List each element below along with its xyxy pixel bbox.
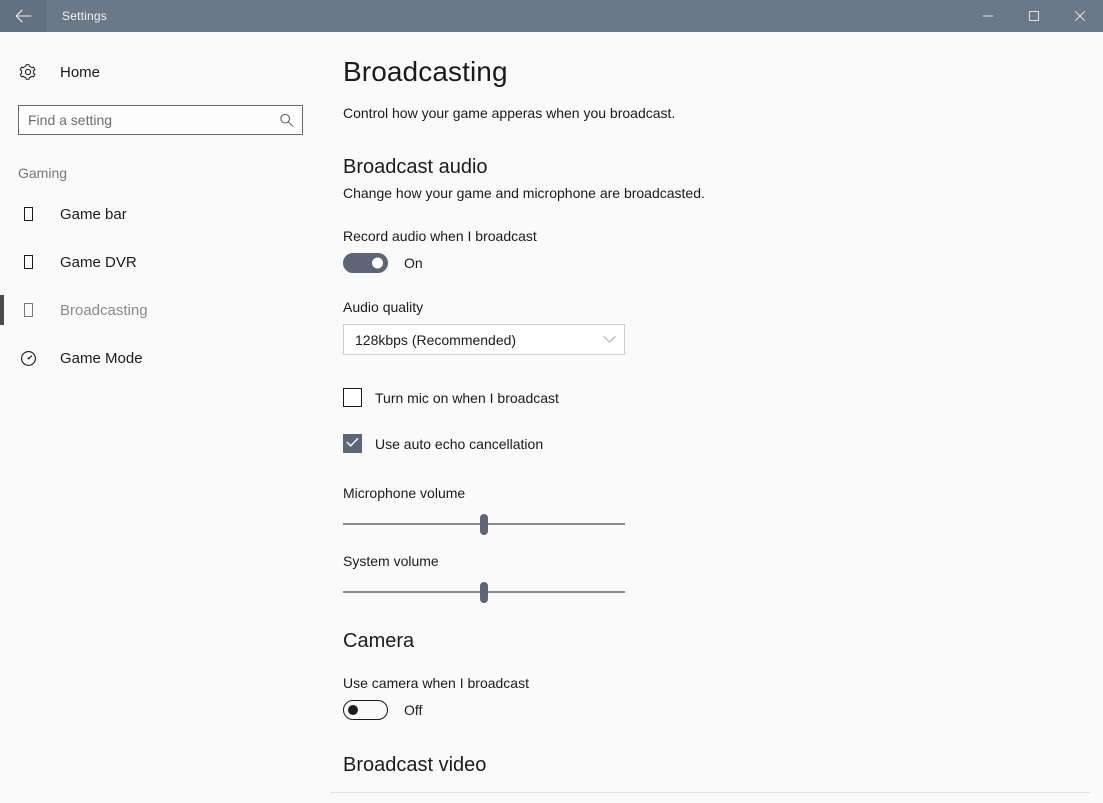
missing-glyph-icon <box>18 252 38 272</box>
sidebar-home-label: Home <box>60 63 101 81</box>
echo-cancellation-row[interactable]: Use auto echo cancellation <box>343 434 1103 453</box>
chevron-down-icon <box>603 335 616 344</box>
missing-glyph-icon <box>18 300 38 320</box>
window-controls <box>965 0 1103 32</box>
record-audio-label: Record audio when I broadcast <box>343 228 537 244</box>
microphone-volume-label: Microphone volume <box>343 485 466 501</box>
selection-accent-bar <box>0 247 4 277</box>
sidebar-item-label: Game DVR <box>60 253 137 271</box>
sidebar-item-label: Broadcasting <box>60 301 148 319</box>
turn-mic-on-row[interactable]: Turn mic on when I broadcast <box>343 388 1103 407</box>
selection-accent-bar <box>0 199 4 229</box>
toggle-knob <box>348 705 358 715</box>
audio-quality-value: 128kbps (Recommended) <box>355 331 517 348</box>
record-audio-state: On <box>404 255 423 271</box>
settings-window: Settings Home Find a setting Gaming Game… <box>0 0 1103 803</box>
use-camera-toggle[interactable] <box>343 700 388 720</box>
sidebar-nav-list: Game bar Game DVR Broadcasting Game Mode <box>0 190 330 382</box>
back-button[interactable] <box>0 0 46 32</box>
page-title: Broadcasting <box>343 56 508 87</box>
section-heading-broadcast-audio: Broadcast audio <box>343 156 488 178</box>
window-title: Settings <box>62 9 107 23</box>
section-divider <box>330 792 1090 793</box>
maximize-button[interactable] <box>1011 0 1057 32</box>
sidebar-item-game-mode[interactable]: Game Mode <box>0 334 330 382</box>
selection-accent-bar <box>0 343 4 373</box>
minimize-button[interactable] <box>965 0 1011 32</box>
maximize-icon <box>1028 10 1040 22</box>
sidebar-item-home[interactable]: Home <box>0 56 330 88</box>
use-camera-label: Use camera when I broadcast <box>343 675 529 691</box>
audio-quality-dropdown[interactable]: 128kbps (Recommended) <box>343 324 625 355</box>
search-input[interactable] <box>19 106 302 134</box>
section-heading-broadcast-video: Broadcast video <box>343 754 487 776</box>
close-button[interactable] <box>1057 0 1103 32</box>
missing-glyph-icon <box>18 204 38 224</box>
sidebar-item-broadcasting[interactable]: Broadcasting <box>0 286 330 334</box>
section-description-broadcast-audio: Change how your game and microphone are … <box>343 185 705 201</box>
microphone-volume-slider[interactable] <box>343 512 625 536</box>
minimize-icon <box>982 10 994 22</box>
sidebar-item-label: Game bar <box>60 205 127 223</box>
search-box[interactable] <box>18 105 303 135</box>
toggle-knob <box>372 257 383 269</box>
slider-thumb[interactable] <box>480 514 488 535</box>
echo-cancellation-checkbox[interactable] <box>343 434 362 453</box>
main-content: Broadcasting Control how your game apper… <box>330 32 1103 803</box>
sidebar: Home Gaming Game bar Game DVR <box>0 32 330 803</box>
back-arrow-icon <box>15 9 32 23</box>
turn-mic-on-checkbox[interactable] <box>343 388 362 407</box>
record-audio-toggle-row: On <box>343 253 1103 273</box>
sidebar-group-label: Gaming <box>18 165 68 181</box>
audio-quality-label: Audio quality <box>343 299 424 315</box>
slider-thumb[interactable] <box>480 582 488 603</box>
turn-mic-on-label: Turn mic on when I broadcast <box>375 389 559 406</box>
use-camera-toggle-row: Off <box>343 700 1103 720</box>
record-audio-toggle[interactable] <box>343 253 388 273</box>
sidebar-item-label: Game Mode <box>60 349 143 367</box>
checkmark-icon <box>346 435 359 453</box>
search-icon[interactable] <box>279 113 294 128</box>
sidebar-item-game-bar[interactable]: Game bar <box>0 190 330 238</box>
page-subtitle: Control how your game apperas when you b… <box>343 105 676 121</box>
section-heading-camera: Camera <box>343 630 415 652</box>
title-bar: Settings <box>0 0 1103 32</box>
system-volume-slider[interactable] <box>343 580 625 604</box>
selection-accent-bar <box>0 295 4 325</box>
use-camera-state: Off <box>404 702 423 718</box>
system-volume-label: System volume <box>343 553 439 569</box>
gear-icon <box>18 62 38 82</box>
echo-cancellation-label: Use auto echo cancellation <box>375 435 544 452</box>
sidebar-item-game-dvr[interactable]: Game DVR <box>0 238 330 286</box>
speedometer-icon <box>18 348 38 368</box>
close-icon <box>1074 10 1086 22</box>
